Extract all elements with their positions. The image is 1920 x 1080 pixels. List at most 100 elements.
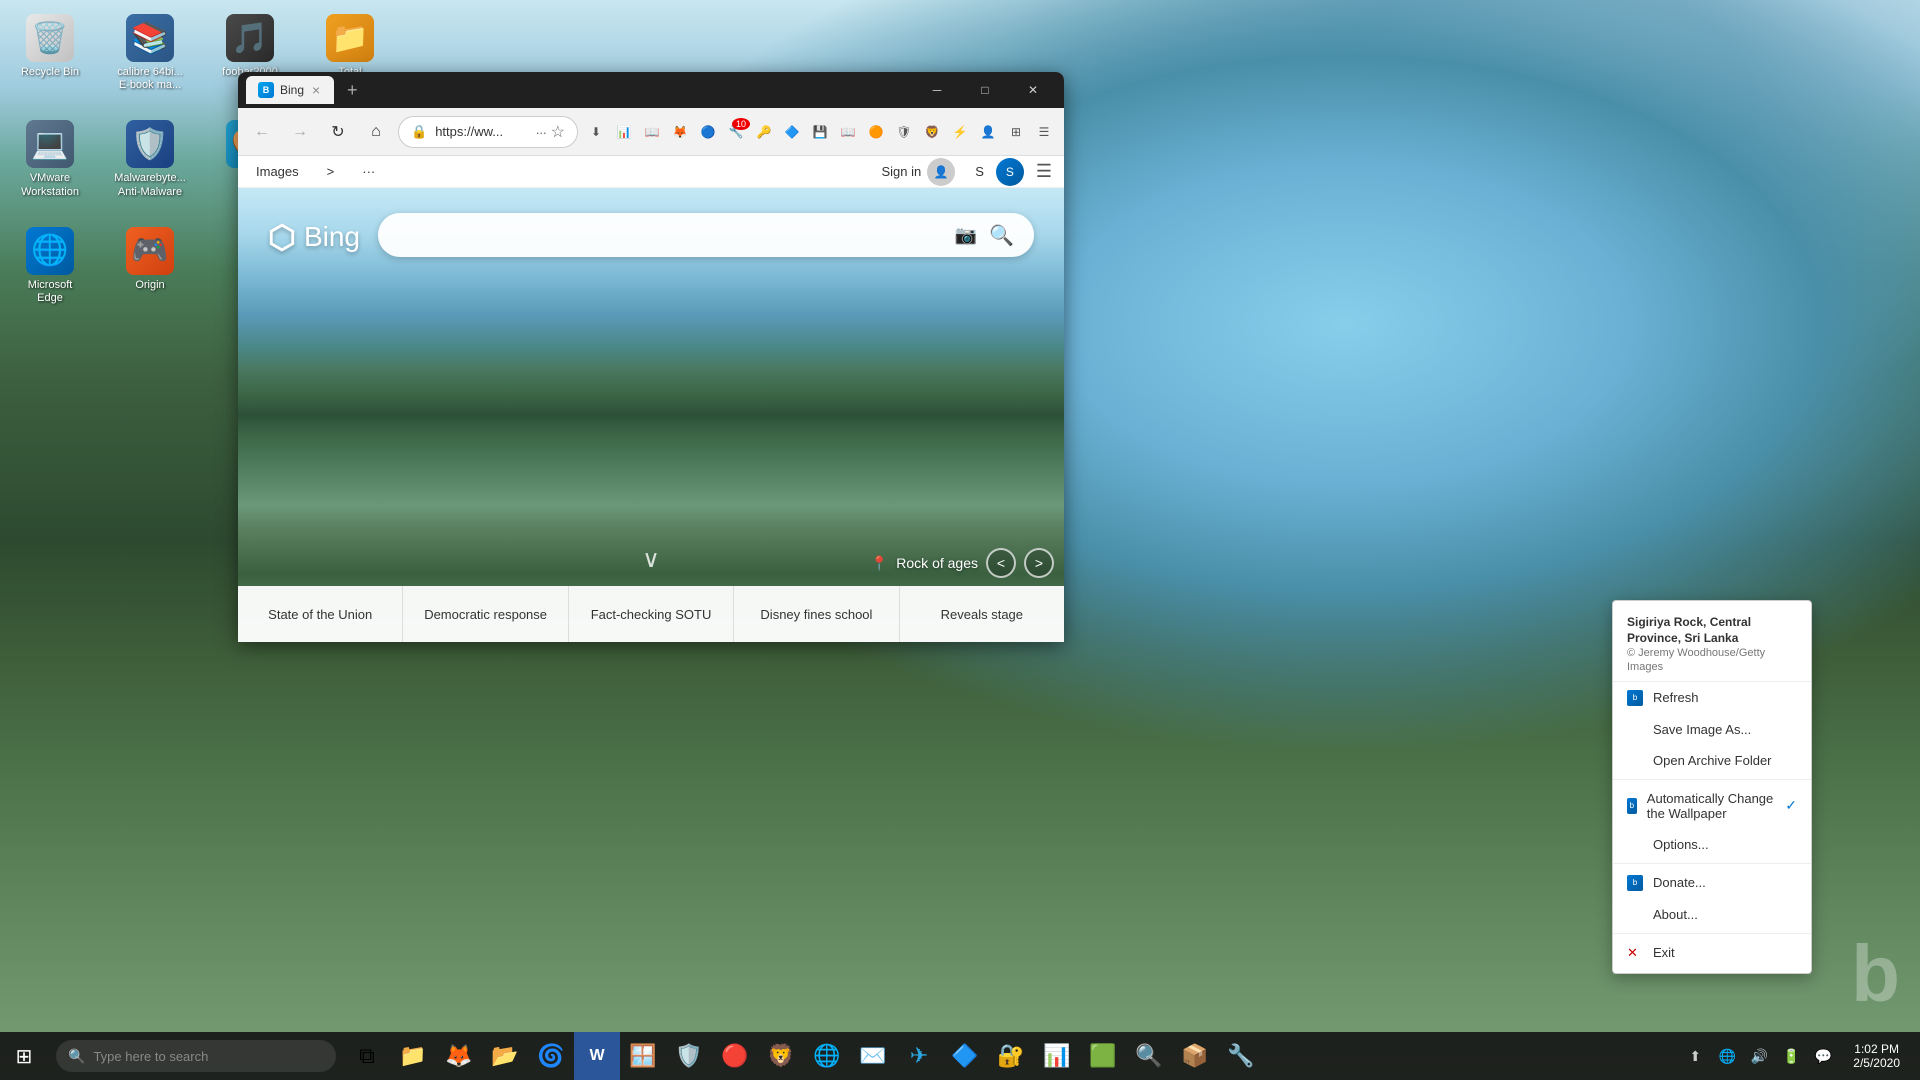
context-menu-exit[interactable]: ✕ Exit <box>1613 937 1811 969</box>
news-democratic-response[interactable]: Democratic response <box>403 586 568 642</box>
ext-download-icon[interactable]: ⬇ <box>584 120 608 144</box>
search-input[interactable] <box>394 226 947 244</box>
taskbar-tools[interactable]: 🔧 <box>1218 1032 1264 1080</box>
context-menu-auto-change[interactable]: b Automatically Change the Wallpaper ✓ <box>1613 783 1811 829</box>
address-bar[interactable]: 🔒 https://ww... ... ☆ <box>398 116 578 148</box>
scroll-down-indicator[interactable]: ∨ <box>642 545 660 574</box>
ext-addon6-icon[interactable]: 🦁 <box>920 120 944 144</box>
ext-addon7-icon[interactable]: ⚡ <box>948 120 972 144</box>
prev-image-button[interactable]: < <box>986 548 1016 578</box>
context-menu-donate[interactable]: b Donate... <box>1613 867 1811 899</box>
home-button[interactable]: ⌂ <box>360 116 392 148</box>
taskbar-edge3[interactable]: 🔷 <box>942 1032 988 1080</box>
taskbar-package[interactable]: 📦 <box>1172 1032 1218 1080</box>
next-image-button[interactable]: > <box>1024 548 1054 578</box>
ext-addon3-icon[interactable]: 🔑 <box>752 120 776 144</box>
taskbar-search2[interactable]: 🔍 <box>1126 1032 1172 1080</box>
ext-history-icon[interactable]: 📖 <box>640 120 664 144</box>
taskbar-search[interactable]: 🔍 Type here to search <box>56 1040 336 1072</box>
desktop-icon-origin[interactable]: 🎮 Origin <box>110 223 190 309</box>
taskbar-green-icon[interactable]: 🟩 <box>1080 1032 1126 1080</box>
desktop-icon-malwarebytes[interactable]: 🛡️ Malwarebyte... Anti-Malware <box>110 116 190 202</box>
desktop-icon-calibre[interactable]: 📚 calibre 64bi... E-book ma... <box>110 10 190 96</box>
taskbar-telegram[interactable]: ✈ <box>896 1032 942 1080</box>
tray-network-icon[interactable]: 🌐 <box>1713 1032 1741 1080</box>
taskbar-eset[interactable]: 🔴 <box>712 1032 758 1080</box>
browser-menu-icon[interactable]: ☰ <box>1032 120 1056 144</box>
news-fact-checking-sotu[interactable]: Fact-checking SOTU <box>569 586 734 642</box>
system-clock[interactable]: 1:02 PM 2/5/2020 <box>1841 1032 1912 1080</box>
taskbar-edge2[interactable]: 🌐 <box>804 1032 850 1080</box>
wallpaper-context-menu: Sigiriya Rock, Central Province, Sri Lan… <box>1612 600 1812 974</box>
news-disney-fines-school[interactable]: Disney fines school <box>734 586 899 642</box>
news-reveals-stage[interactable]: Reveals stage <box>900 586 1064 642</box>
taskbar-explorer2[interactable]: 📂 <box>482 1032 528 1080</box>
tab-close-button[interactable]: × <box>310 82 322 98</box>
chevron-menu-item[interactable]: > <box>321 160 341 183</box>
browser-tab-bing[interactable]: B Bing × <box>246 76 334 104</box>
malwarebytes-icon: 🛡️ <box>126 120 174 168</box>
forward-button[interactable]: → <box>284 116 316 148</box>
open-archive-label: Open Archive Folder <box>1653 753 1772 768</box>
ext-save-icon[interactable]: 💾 <box>808 120 832 144</box>
context-menu-save-image[interactable]: Save Image As... <box>1613 714 1811 745</box>
exit-x-icon: ✕ <box>1627 945 1643 961</box>
taskbar-edge-browser[interactable]: 🌀 <box>528 1032 574 1080</box>
extensions-dots[interactable]: ... <box>536 122 547 142</box>
ext-badge-icon[interactable]: 10🔧 <box>724 120 748 144</box>
desktop-icon-recycle-bin[interactable]: 🗑️ Recycle Bin <box>10 10 90 96</box>
taskbar-ms-word[interactable]: W <box>574 1032 620 1080</box>
ext-addon4-icon[interactable]: 🔷 <box>780 120 804 144</box>
ext-shield-icon[interactable]: 🛡 <box>892 120 916 144</box>
bookmark-star-icon[interactable]: ☆ <box>551 122 565 142</box>
tray-message-icon[interactable]: 💬 <box>1809 1032 1837 1080</box>
more-menu-item[interactable]: ··· <box>356 160 381 183</box>
start-button[interactable]: ⊞ <box>0 1032 48 1080</box>
news-state-of-union[interactable]: State of the Union <box>238 586 403 642</box>
ext-addon5-icon[interactable]: 🟠 <box>864 120 888 144</box>
back-button[interactable]: ← <box>246 116 278 148</box>
ext-grid-icon[interactable]: ⊞ <box>1004 120 1028 144</box>
ext-collections-icon[interactable]: 📊 <box>612 120 636 144</box>
context-menu-open-archive[interactable]: Open Archive Folder <box>1613 745 1811 776</box>
context-menu-refresh[interactable]: b Refresh <box>1613 682 1811 714</box>
new-tab-button[interactable]: + <box>338 76 366 104</box>
close-button[interactable]: ✕ <box>1010 74 1056 106</box>
context-menu-header: Sigiriya Rock, Central Province, Sri Lan… <box>1613 605 1811 682</box>
taskbar-brave[interactable]: 🦁 <box>758 1032 804 1080</box>
ext-profile-icon[interactable]: 👤 <box>976 120 1000 144</box>
desktop-icon-microsoft-edge[interactable]: 🌐 Microsoft Edge <box>10 223 90 309</box>
ext-reading-icon[interactable]: 📖 <box>836 120 860 144</box>
search-button-icon[interactable]: 🔍 <box>985 223 1018 248</box>
tray-battery-icon[interactable]: 🔋 <box>1777 1032 1805 1080</box>
tray-volume-icon[interactable]: 🔊 <box>1745 1032 1773 1080</box>
tray-up-arrow-icon[interactable]: ⬆ <box>1681 1032 1709 1080</box>
context-menu-options[interactable]: Options... <box>1613 829 1811 860</box>
taskbar-email[interactable]: ✉️ <box>850 1032 896 1080</box>
bing-settings-icon[interactable]: ☰ <box>1036 161 1052 182</box>
ext-addon2-icon[interactable]: 🔵 <box>696 120 720 144</box>
ext-addon1-icon[interactable]: 🦊 <box>668 120 692 144</box>
microsoft-edge-icon: 🌐 <box>26 227 74 275</box>
camera-search-icon[interactable]: 📷 <box>955 225 977 246</box>
desktop-icon-vmware[interactable]: 💻 VMware Workstation <box>10 116 90 202</box>
sign-in-button[interactable]: Sign in 👤 <box>873 154 963 190</box>
taskbar-file-explorer[interactable]: 📁 <box>390 1032 436 1080</box>
about-label: About... <box>1653 907 1698 922</box>
taskbar-antivirus[interactable]: 🛡️ <box>666 1032 712 1080</box>
bing-logo-text: Bing <box>304 221 360 253</box>
refresh-button[interactable]: ↻ <box>322 116 354 148</box>
bing-logo-icon: ⬡ <box>268 218 296 256</box>
recycle-bin-icon: 🗑️ <box>26 14 74 62</box>
taskbar-addon1[interactable]: 📊 <box>1034 1032 1080 1080</box>
taskbar-firefox[interactable]: 🦊 <box>436 1032 482 1080</box>
sign-in-area: Sign in 👤 S S ☰ <box>873 154 1052 190</box>
taskbar-security[interactable]: 🔐 <box>988 1032 1034 1080</box>
minimize-button[interactable]: ─ <box>914 74 960 106</box>
taskbar-windows10[interactable]: 🪟 <box>620 1032 666 1080</box>
taskbar-task-view[interactable]: ⧉ <box>344 1032 390 1080</box>
bing-search-bar[interactable]: 📷 🔍 <box>378 213 1034 257</box>
maximize-button[interactable]: □ <box>962 74 1008 106</box>
images-menu-item[interactable]: Images <box>250 160 305 183</box>
context-menu-about[interactable]: About... <box>1613 899 1811 930</box>
